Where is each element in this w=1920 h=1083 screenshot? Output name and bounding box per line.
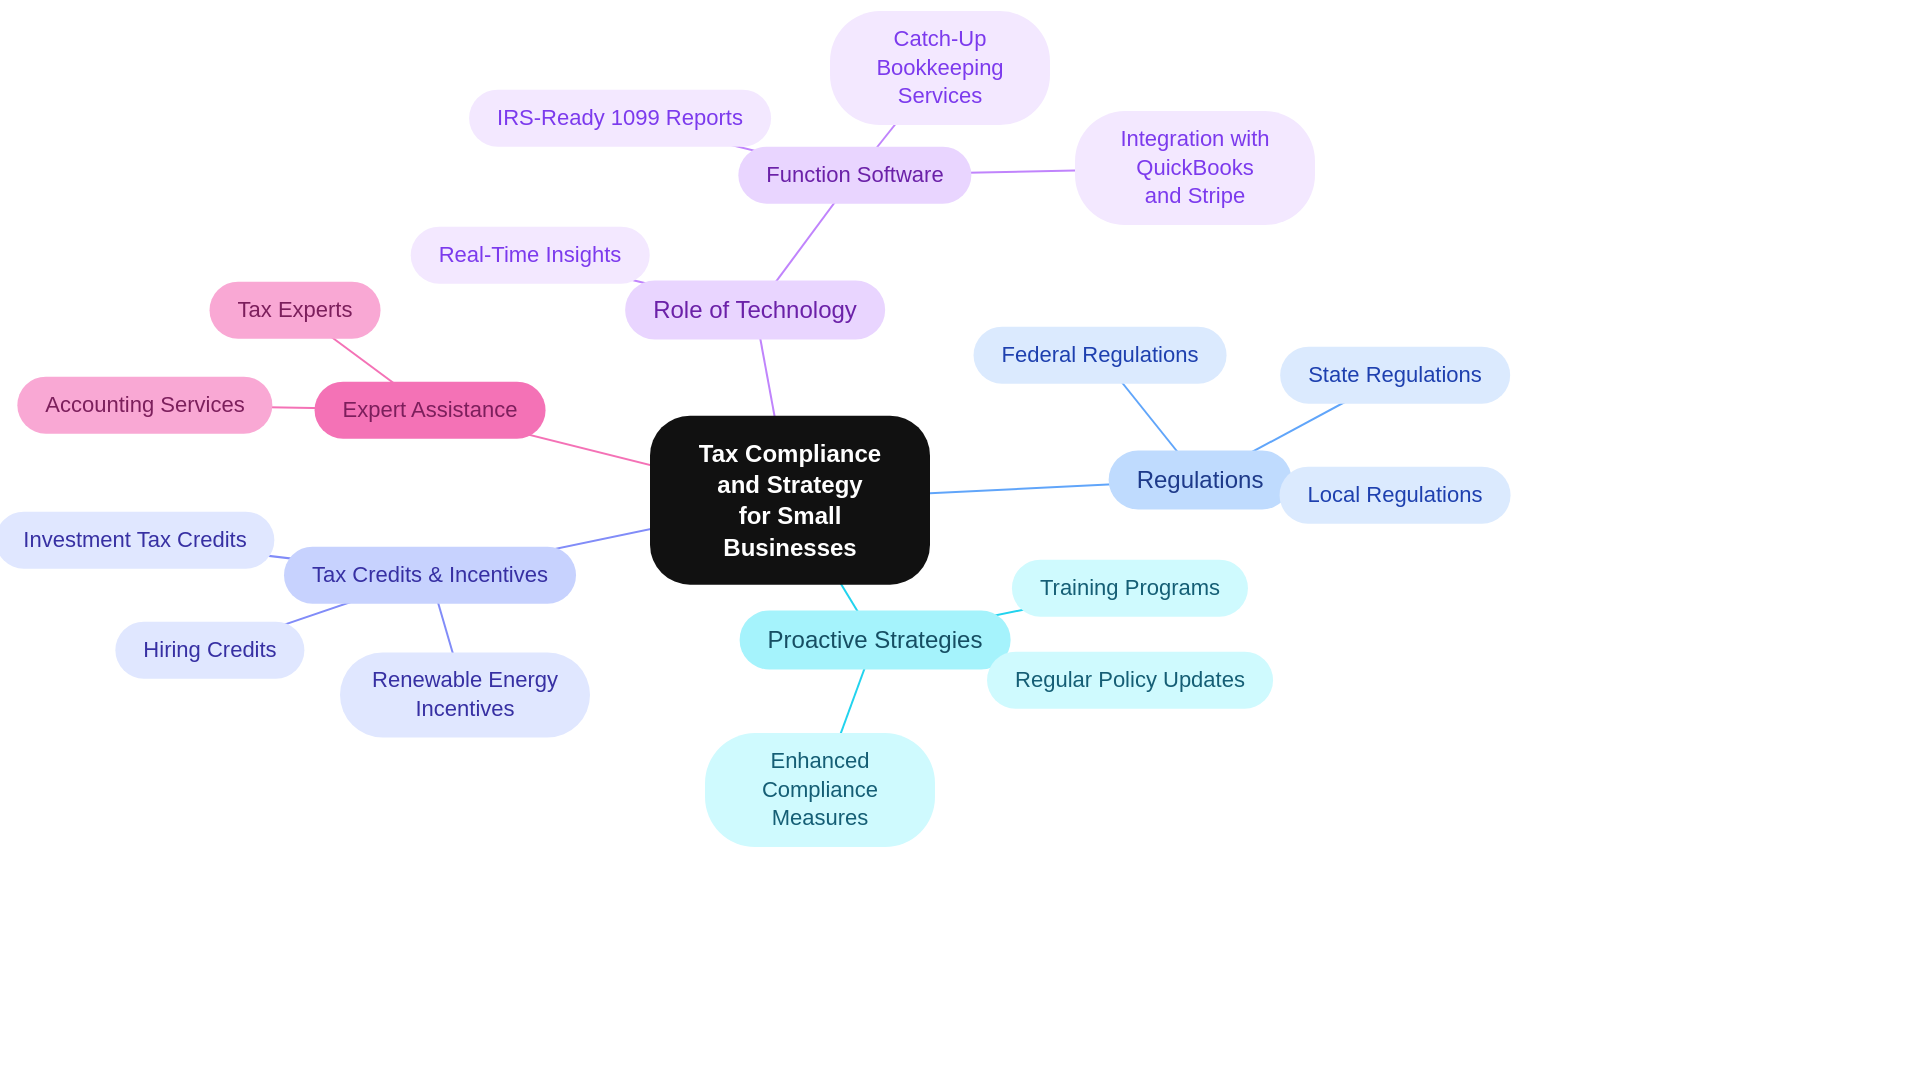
enhanced-compliance-node: Enhanced Compliance Measures [705,733,935,847]
catch-up-bookkeeping-node: Catch-Up Bookkeeping Services [830,11,1050,125]
role-of-technology-node: Role of Technology [625,280,885,339]
expert-assistance-node: Expert Assistance [315,382,546,439]
integration-quickbooks-node: Integration with QuickBooks and Stripe [1075,111,1315,225]
irs-1099-node: IRS-Ready 1099 Reports [469,90,771,147]
center-node: Tax Compliance and Strategy for Small Bu… [650,416,930,585]
renewable-energy-node: Renewable Energy Incentives [340,652,590,737]
proactive-strategies-node: Proactive Strategies [740,610,1011,669]
tax-experts-node: Tax Experts [210,282,381,339]
local-regulations-node: Local Regulations [1280,467,1511,524]
state-regulations-node: State Regulations [1280,347,1510,404]
hiring-credits-node: Hiring Credits [115,622,304,679]
federal-regulations-node: Federal Regulations [974,327,1227,384]
regular-policy-updates-node: Regular Policy Updates [987,652,1273,709]
accounting-services-node: Accounting Services [17,377,272,434]
training-programs-node: Training Programs [1012,560,1248,617]
tax-credits-node: Tax Credits & Incentives [284,547,576,604]
mind-map: Tax Compliance and Strategy for Small Bu… [0,0,1920,1083]
regulations-node: Regulations [1109,450,1292,509]
investment-tax-credits-node: Investment Tax Credits [0,512,275,569]
function-software-node: Function Software [738,147,971,204]
real-time-insights-node: Real-Time Insights [411,227,650,284]
